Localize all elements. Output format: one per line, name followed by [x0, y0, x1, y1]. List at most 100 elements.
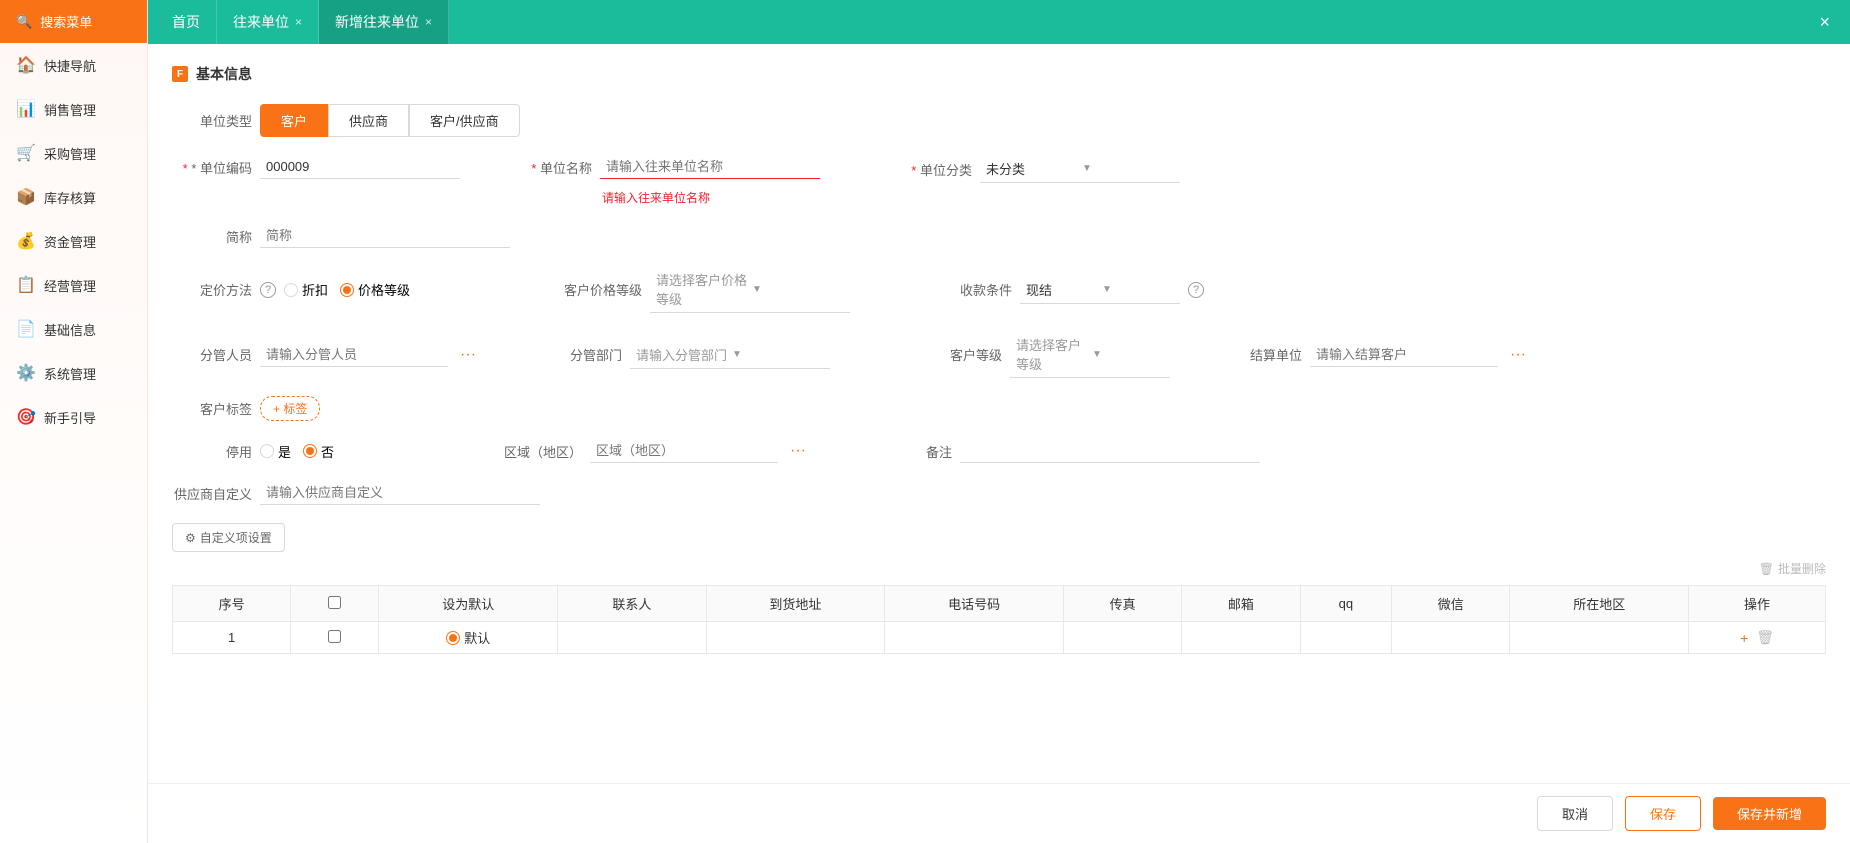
- sidebar-item-label: 销售管理: [44, 100, 96, 119]
- sidebar-item-system[interactable]: ⚙️ 系统管理: [0, 351, 147, 395]
- department-select[interactable]: 请输入分管部门 ▼: [630, 341, 830, 369]
- row-region: [1510, 622, 1689, 654]
- sidebar-item-basic[interactable]: 📄 基础信息: [0, 307, 147, 351]
- batch-delete-label: 批量删除: [1778, 560, 1826, 577]
- settlement-input[interactable]: [1310, 343, 1498, 367]
- col-wechat: 微信: [1392, 586, 1510, 622]
- pricing-field: 定价方法 ? 折扣 价格等级: [172, 280, 552, 299]
- unit-category-value: 未分类: [986, 159, 1078, 178]
- region-more-btn[interactable]: ···: [786, 442, 810, 460]
- sidebar-item-purchase[interactable]: 🛒 采购管理: [0, 131, 147, 175]
- sidebar-item-finance[interactable]: 💰 资金管理: [0, 219, 147, 263]
- settlement-label: 结算单位: [1232, 345, 1302, 364]
- settlement-field: 结算单位 ···: [1232, 343, 1826, 367]
- finance-icon: 💰: [16, 231, 36, 251]
- disabled-region-row: 停用 是 否 区域（地区） ··· 备注: [172, 439, 1826, 463]
- customer-level-arrow-icon: ▼: [1092, 349, 1164, 360]
- customer-tag-field: 客户标签 + 标签: [172, 396, 320, 421]
- unit-category-select[interactable]: 未分类 ▼: [980, 155, 1180, 183]
- supplier-custom-input[interactable]: [260, 481, 540, 505]
- manager-label: 分管人员: [172, 345, 252, 364]
- tab-partners-close[interactable]: ×: [295, 15, 302, 29]
- payment-terms-select[interactable]: 现结 ▼: [1020, 276, 1180, 304]
- department-label: 分管部门: [552, 345, 622, 364]
- payment-terms-value: 现结: [1026, 280, 1098, 299]
- contacts-table: 序号 设为默认 联系人 到货地址 电话号码 传真 邮箱 qq 微信 所在地区 操…: [172, 585, 1826, 654]
- add-tag-button[interactable]: + 标签: [260, 396, 320, 421]
- col-phone: 电话号码: [885, 586, 1064, 622]
- sidebar-item-operations[interactable]: 📋 经营管理: [0, 263, 147, 307]
- tab-partners[interactable]: 往来单位 ×: [217, 0, 319, 44]
- manager-input[interactable]: [260, 343, 448, 367]
- purchase-icon: 🛒: [16, 143, 36, 163]
- type-btn-supplier[interactable]: 供应商: [328, 104, 409, 137]
- sidebar-item-label: 采购管理: [44, 144, 96, 163]
- region-input[interactable]: [590, 439, 778, 463]
- pricing-discount-radio[interactable]: 折扣: [284, 280, 328, 299]
- save-and-new-button[interactable]: 保存并新增: [1713, 797, 1826, 830]
- save-button[interactable]: 保存: [1625, 796, 1701, 831]
- remark-input[interactable]: [960, 439, 1260, 463]
- settlement-more-btn[interactable]: ···: [1506, 346, 1530, 364]
- unit-code-field: * * 单位编码: [172, 155, 512, 179]
- window-close-button[interactable]: ×: [1807, 12, 1842, 33]
- region-label: 区域（地区）: [492, 442, 582, 461]
- no-radio-circle: [303, 444, 317, 458]
- payment-help-icon[interactable]: ?: [1188, 282, 1204, 298]
- type-btn-customer[interactable]: 客户: [260, 104, 328, 137]
- tab-bar: 首页 往来单位 × 新增往来单位 × ×: [148, 0, 1850, 44]
- customer-tag-label: 客户标签: [172, 399, 252, 418]
- default-radio-circle: [446, 631, 460, 645]
- batch-delete-area[interactable]: 🗑 批量删除: [172, 560, 1826, 577]
- sidebar: 🔍 搜索菜单 🏠 快捷导航 📊 销售管理 🛒 采购管理 📦 库存核算 💰 资金管…: [0, 0, 148, 843]
- col-fax: 传真: [1063, 586, 1181, 622]
- col-default: 设为默认: [379, 586, 558, 622]
- payment-arrow-icon: ▼: [1102, 284, 1174, 295]
- row-add-button[interactable]: +: [1740, 629, 1748, 646]
- unit-name-label: * 单位名称: [512, 158, 592, 177]
- discount-label: 折扣: [302, 280, 328, 299]
- section-basic-info: F 基本信息: [172, 64, 1826, 84]
- customer-level-select[interactable]: 请选择客户等级 ▼: [1010, 331, 1170, 378]
- disabled-yes-radio[interactable]: 是: [260, 442, 291, 461]
- select-all-checkbox[interactable]: [328, 596, 341, 609]
- sidebar-item-quick-nav[interactable]: 🏠 快捷导航: [0, 43, 147, 87]
- supplier-custom-label: 供应商自定义: [172, 484, 252, 503]
- sidebar-item-guide[interactable]: 🎯 新手引导: [0, 395, 147, 439]
- row-default-radio[interactable]: 默认: [446, 628, 490, 647]
- department-arrow-icon: ▼: [732, 349, 824, 360]
- disabled-label: 停用: [172, 442, 252, 461]
- unit-name-field: * 单位名称 请输入往来单位名称: [512, 155, 892, 206]
- pricing-help-icon[interactable]: ?: [260, 282, 276, 298]
- pricing-level-radio[interactable]: 价格等级: [340, 280, 410, 299]
- search-icon: 🔍: [16, 14, 32, 30]
- row-phone: [885, 622, 1064, 654]
- sidebar-item-inventory[interactable]: 📦 库存核算: [0, 175, 147, 219]
- short-name-input[interactable]: [260, 224, 510, 248]
- row-checkbox-input[interactable]: [328, 630, 341, 643]
- sidebar-item-sales[interactable]: 📊 销售管理: [0, 87, 147, 131]
- unit-name-input[interactable]: [600, 155, 820, 179]
- operations-icon: 📋: [16, 275, 36, 295]
- tab-new-partner-close[interactable]: ×: [425, 15, 432, 29]
- cancel-button[interactable]: 取消: [1537, 796, 1613, 831]
- col-email: 邮箱: [1182, 586, 1300, 622]
- sidebar-search[interactable]: 🔍 搜索菜单: [0, 0, 147, 43]
- tab-new-partner[interactable]: 新增往来单位 ×: [319, 0, 449, 44]
- add-tag-label: + 标签: [273, 400, 307, 417]
- inventory-icon: 📦: [16, 187, 36, 207]
- row-delete-button[interactable]: 🗑: [1756, 629, 1774, 646]
- row-contact: [558, 622, 706, 654]
- sidebar-search-label: 搜索菜单: [40, 12, 92, 31]
- tab-home[interactable]: 首页: [156, 0, 217, 44]
- manager-more-btn[interactable]: ···: [456, 346, 480, 364]
- customer-price-select[interactable]: 请选择客户价格等级 ▼: [650, 266, 850, 313]
- sidebar-item-label: 基础信息: [44, 320, 96, 339]
- unit-code-input[interactable]: [260, 155, 460, 179]
- disabled-no-radio[interactable]: 否: [303, 442, 334, 461]
- custom-settings-button[interactable]: ⚙ 自定义项设置: [172, 523, 285, 552]
- col-seq: 序号: [173, 586, 291, 622]
- sidebar-item-label: 资金管理: [44, 232, 96, 251]
- type-btn-both[interactable]: 客户/供应商: [409, 104, 520, 137]
- table-header-row: 序号 设为默认 联系人 到货地址 电话号码 传真 邮箱 qq 微信 所在地区 操…: [173, 586, 1826, 622]
